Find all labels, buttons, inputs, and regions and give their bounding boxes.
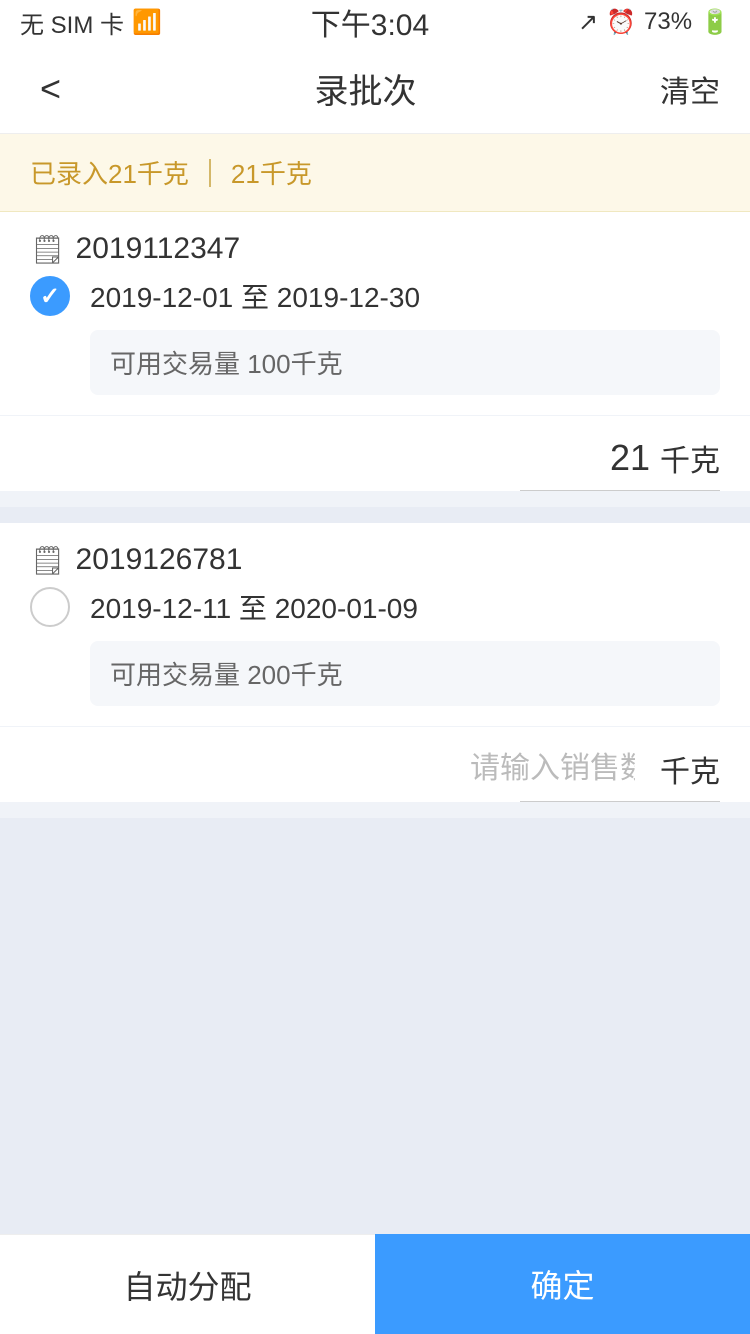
amount-unit-1: 千克	[660, 436, 720, 480]
batch-date-1: 2019-12-01 至 2019-12-30	[90, 276, 420, 316]
sim-text: 无 SIM 卡	[20, 5, 124, 40]
bottom-bar: 自动分配 确定	[0, 1234, 750, 1334]
recorded-amount-label: 已录入21千克	[30, 154, 189, 191]
auto-distribute-button[interactable]: 自动分配	[0, 1234, 375, 1334]
batch-available-1: 可用交易量 100千克	[90, 330, 720, 395]
batch-radio-2[interactable]	[30, 587, 70, 627]
amount-section-1: 21 千克	[0, 416, 750, 491]
input-unit-2: 千克	[660, 747, 720, 791]
batch-id-1: 2019112347	[76, 232, 241, 266]
confirm-button[interactable]: 确定	[375, 1234, 750, 1334]
batch-item-1: 🗒 2019112347 2019-12-01 至 2019-12-30 可用交…	[0, 212, 750, 416]
batch-icon-1: 🗒	[30, 233, 66, 266]
info-divider	[209, 159, 211, 187]
batch-header-2: 🗒 2019126781	[30, 543, 720, 577]
batch-available-2: 可用交易量 200千克	[90, 641, 720, 706]
content-area: 🗒 2019112347 2019-12-01 至 2019-12-30 可用交…	[0, 212, 750, 491]
amount-row-1: 21 千克	[0, 416, 750, 490]
nav-bar: < 录批次 清空	[0, 44, 750, 134]
batch-date-row-1: 2019-12-01 至 2019-12-30	[30, 276, 720, 316]
input-underline-2	[520, 801, 720, 802]
input-row-2: 千克	[0, 727, 750, 801]
amount-underline-1	[520, 490, 720, 491]
battery-text: 73%	[644, 8, 692, 36]
clear-button[interactable]: 清空	[660, 67, 720, 111]
batch-date-row-2: 2019-12-11 至 2020-01-09	[30, 587, 720, 627]
section-separator	[0, 507, 750, 523]
location-icon: ↗	[578, 8, 598, 37]
batch-header-1: 🗒 2019112347	[30, 232, 720, 266]
batch-radio-1[interactable]	[30, 276, 70, 316]
total-amount-label: 21千克	[231, 154, 312, 191]
status-time: 下午3:04	[311, 0, 429, 44]
status-left: 无 SIM 卡 📶	[20, 5, 162, 40]
quantity-input-2[interactable]	[470, 752, 650, 786]
input-section-2: 千克	[0, 727, 750, 802]
batch-icon-2: 🗒	[30, 544, 66, 577]
amount-value-1: 21	[610, 437, 650, 479]
status-right: ↗ ⏰ 73% 🔋	[578, 8, 730, 37]
batch-item-2: 🗒 2019126781 2019-12-11 至 2020-01-09 可用交…	[0, 523, 750, 727]
alarm-icon: ⏰	[606, 8, 636, 37]
info-banner: 已录入21千克 21千克	[0, 134, 750, 212]
batch-date-2: 2019-12-11 至 2020-01-09	[90, 587, 418, 627]
wifi-icon: 📶	[132, 8, 162, 37]
batch-id-2: 2019126781	[76, 543, 243, 577]
content-area-2: 🗒 2019126781 2019-12-11 至 2020-01-09 可用交…	[0, 523, 750, 802]
back-button[interactable]: <	[30, 58, 71, 120]
gray-area	[0, 818, 750, 1258]
status-bar: 无 SIM 卡 📶 下午3:04 ↗ ⏰ 73% 🔋	[0, 0, 750, 44]
page-title: 录批次	[315, 64, 417, 113]
battery-icon: 🔋	[700, 8, 730, 37]
